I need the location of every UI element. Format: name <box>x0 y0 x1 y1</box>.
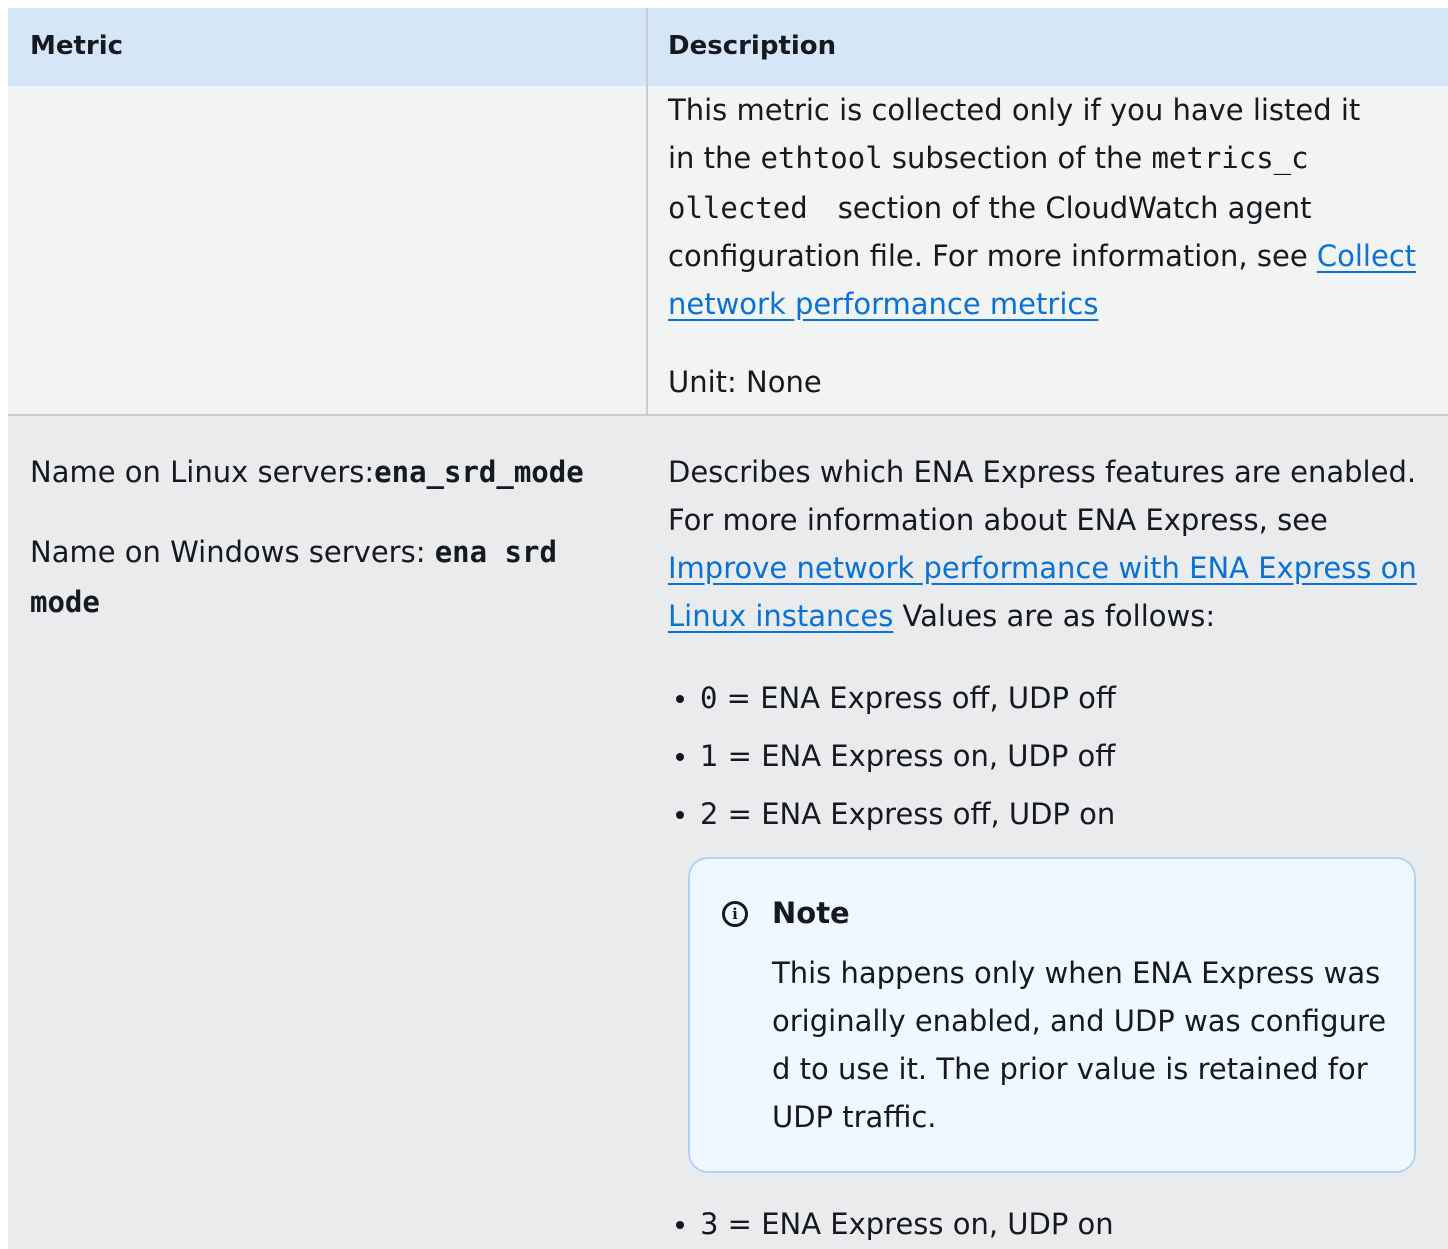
list-item: 3 = ENA Express on, UDP on <box>700 1204 1114 1244</box>
note-callout: i Note This happens only when ENA Expres… <box>688 857 1416 1173</box>
windows-name-line2: mode <box>30 578 100 626</box>
row1-line4: configuration file. For more information… <box>668 232 1416 280</box>
row1-line3-rest: section of the CloudWatch agent <box>837 191 1312 225</box>
list-item: 0 = ENA Express off, UDP off <box>700 678 1116 718</box>
bullet-text: = ENA Express on, UDP on <box>718 1207 1114 1241</box>
ena-express-link[interactable]: Improve network performance with ENA Exp… <box>668 551 1417 585</box>
row1-line2: in the ethtool subsection of the metrics… <box>668 134 1309 182</box>
list-item: 1 = ENA Express on, UDP off <box>700 736 1115 776</box>
desc-line2: For more information about ENA Express, … <box>668 503 1328 537</box>
ethtool-code: ethtool <box>760 141 883 175</box>
row1-line3: ollected section of the CloudWatch agent <box>668 184 1311 232</box>
info-icon: i <box>722 901 748 927</box>
note-line: originally enabled, and UDP was configur… <box>772 1004 1387 1038</box>
windows-metric-name-part2: mode <box>30 585 100 619</box>
note-line: This happens only when ENA Express was <box>772 956 1381 990</box>
table-row: This metric is collected only if you hav… <box>8 86 1448 416</box>
collect-network-metrics-link-cont[interactable]: network performance metrics <box>668 287 1098 321</box>
row1-line2-prefix: in the <box>668 141 761 175</box>
windows-name-line: Name on Windows servers: ena srd <box>30 528 557 576</box>
bullet-dot <box>676 695 684 703</box>
bullet-text: = ENA Express on, UDP off <box>718 739 1116 773</box>
windows-name-label: Name on Windows servers: <box>30 535 435 569</box>
bullet-text: = ENA Express off, UDP on <box>718 797 1116 831</box>
note-line: d to use it. The prior value is retained… <box>772 1052 1368 1086</box>
row1-line2-mid: subsection of the <box>882 141 1152 175</box>
metrics-collected-code-part1: metrics_c <box>1151 141 1309 175</box>
description-column-header: Description <box>668 31 837 61</box>
bullet-value: 0 <box>700 681 718 715</box>
linux-metric-name: ena_srd_mode <box>374 455 584 489</box>
bullet-dot <box>676 811 684 819</box>
row1-line1: This metric is collected only if you hav… <box>668 93 1361 127</box>
collect-network-metrics-link[interactable]: Collect <box>1317 239 1416 273</box>
linux-name-label: Name on Linux servers: <box>30 455 375 489</box>
note-line: UDP traffic. <box>772 1100 937 1134</box>
note-title: Note <box>772 896 850 930</box>
metric-column-header: Metric <box>30 31 124 61</box>
desc-after-link: Values are as follows: <box>893 599 1216 633</box>
desc-line1: Describes which ENA Express features are… <box>668 455 1417 489</box>
bullet-value: 2 <box>700 797 719 831</box>
desc-line4: Linux instances Values are as follows: <box>668 592 1215 640</box>
row1-line5: network performance metrics <box>668 280 1098 328</box>
bullet-dot <box>676 753 684 761</box>
row1-line4-text: configuration file. For more information… <box>668 239 1317 273</box>
windows-metric-name-part1: ena srd <box>434 535 557 569</box>
bullet-value: 1 <box>700 739 719 773</box>
unit-text: Unit: None <box>668 365 822 399</box>
bullet-value: 3 <box>700 1207 719 1241</box>
table-header: Metric Description <box>8 8 1448 86</box>
metrics-collected-code-part2: ollected <box>668 191 808 225</box>
bullet-dot <box>676 1221 684 1229</box>
ena-express-link-cont[interactable]: Linux instances <box>668 599 893 633</box>
list-item: 2 = ENA Express off, UDP on <box>700 794 1115 834</box>
linux-name-line: Name on Linux servers:ena_srd_mode <box>30 448 584 496</box>
desc-line3: Improve network performance with ENA Exp… <box>668 544 1417 592</box>
bullet-text: = ENA Express off, UDP off <box>717 681 1116 715</box>
